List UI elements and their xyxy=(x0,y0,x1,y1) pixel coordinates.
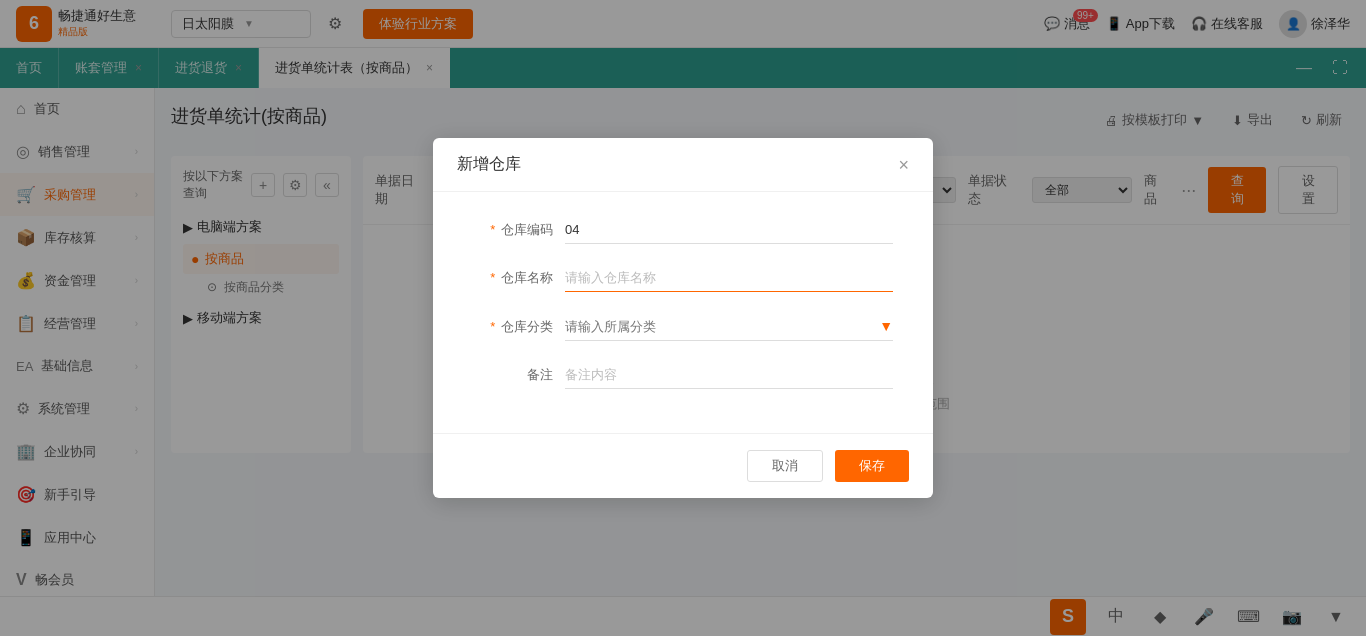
warehouse-code-input[interactable] xyxy=(565,216,893,244)
warehouse-name-input[interactable] xyxy=(565,264,893,292)
modal-header: 新增仓库 × xyxy=(433,138,933,192)
warehouse-note-row: 备注 xyxy=(473,361,893,389)
warehouse-code-label: * 仓库编码 xyxy=(473,221,553,239)
warehouse-category-select[interactable]: ▼ xyxy=(565,312,893,341)
modal-close-button[interactable]: × xyxy=(898,156,909,174)
add-warehouse-modal: 新增仓库 × * 仓库编码 * 仓库名称 xyxy=(433,138,933,498)
warehouse-category-label: * 仓库分类 xyxy=(473,318,553,336)
warehouse-category-row: * 仓库分类 ▼ xyxy=(473,312,893,341)
category-dropdown-icon: ▼ xyxy=(879,318,893,334)
warehouse-name-row: * 仓库名称 xyxy=(473,264,893,292)
warehouse-code-row: * 仓库编码 xyxy=(473,216,893,244)
warehouse-note-label: 备注 xyxy=(473,366,553,384)
warehouse-note-input[interactable] xyxy=(565,361,893,389)
cancel-button[interactable]: 取消 xyxy=(747,450,823,482)
modal-overlay: 新增仓库 × * 仓库编码 * 仓库名称 xyxy=(0,0,1366,636)
modal-footer: 取消 保存 xyxy=(433,433,933,498)
modal-title: 新增仓库 xyxy=(457,154,521,175)
save-button[interactable]: 保存 xyxy=(835,450,909,482)
warehouse-category-input[interactable] xyxy=(565,319,879,334)
warehouse-name-label: * 仓库名称 xyxy=(473,269,553,287)
modal-body: * 仓库编码 * 仓库名称 * 仓库分类 xyxy=(433,192,933,433)
